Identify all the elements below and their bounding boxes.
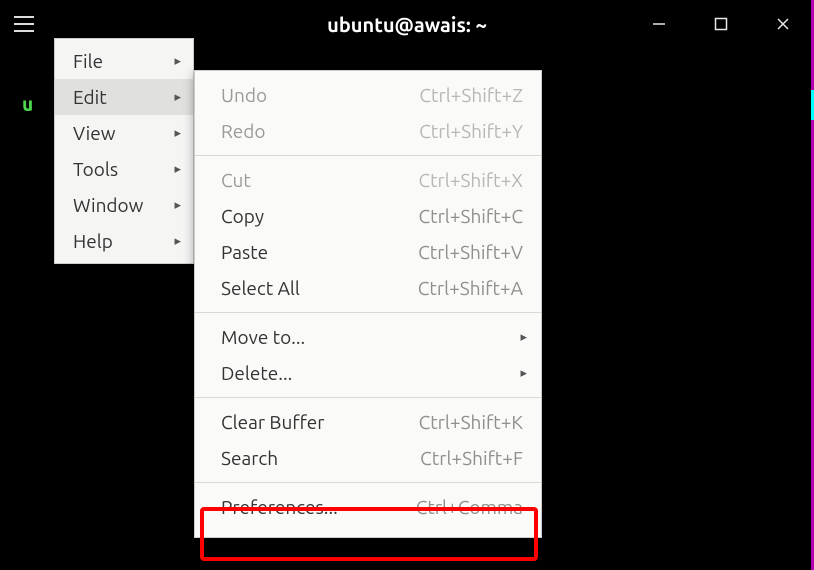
chevron-right-icon: ▸: [174, 90, 181, 105]
submenu-item-label: Search: [221, 447, 278, 469]
edit-submenu: Undo Ctrl+Shift+Z Redo Ctrl+Shift+Y Cut Ctrl+…: [194, 70, 542, 538]
close-button[interactable]: [752, 0, 814, 48]
submenu-item-label: Cut: [221, 169, 251, 191]
submenu-item-label: Preferences...: [221, 496, 338, 518]
hamburger-menu-icon[interactable]: [0, 0, 48, 48]
submenu-item-label: Delete...: [221, 362, 292, 384]
minimize-button[interactable]: [628, 0, 690, 48]
menu-separator: [195, 312, 541, 313]
submenu-item-search[interactable]: Search Ctrl+Shift+F: [195, 440, 541, 476]
submenu-item-label: Copy: [221, 205, 264, 227]
submenu-item-shortcut: Ctrl+Shift+K: [419, 411, 523, 433]
submenu-item-shortcut: Ctrl+Comma: [416, 496, 523, 518]
submenu-item-shortcut: Ctrl+Shift+V: [418, 241, 523, 263]
submenu-item-shortcut: Ctrl+Shift+Y: [419, 120, 523, 142]
chevron-right-icon: ▸: [174, 126, 181, 141]
menu-separator: [195, 155, 541, 156]
submenu-item-shortcut: Ctrl+Shift+Z: [419, 84, 523, 106]
submenu-item-shortcut: Ctrl+Shift+F: [420, 447, 523, 469]
menu-item-edit[interactable]: Edit ▸: [55, 79, 193, 115]
submenu-item-label: Paste: [221, 241, 268, 263]
maximize-button[interactable]: [690, 0, 752, 48]
menu-item-label: Help: [73, 230, 113, 252]
submenu-item-copy[interactable]: Copy Ctrl+Shift+C: [195, 198, 541, 234]
chevron-right-icon: ▸: [174, 162, 181, 177]
submenu-item-move-to[interactable]: Move to... ▸: [195, 319, 541, 355]
chevron-right-icon: ▸: [520, 330, 527, 345]
chevron-right-icon: ▸: [174, 198, 181, 213]
submenu-item-shortcut: Ctrl+Shift+C: [418, 205, 523, 227]
menu-item-tools[interactable]: Tools ▸: [55, 151, 193, 187]
chevron-right-icon: ▸: [174, 234, 181, 249]
chevron-right-icon: ▸: [520, 366, 527, 381]
menu-item-label: Window: [73, 194, 143, 216]
menu-item-label: File: [73, 50, 103, 72]
submenu-item-select-all[interactable]: Select All Ctrl+Shift+A: [195, 270, 541, 306]
submenu-item-cut: Cut Ctrl+Shift+X: [195, 162, 541, 198]
submenu-item-label: Undo: [221, 84, 267, 106]
menu-item-help[interactable]: Help ▸: [55, 223, 193, 259]
menu-item-label: Edit: [73, 86, 107, 108]
menu-item-file[interactable]: File ▸: [55, 43, 193, 79]
menu-item-view[interactable]: View ▸: [55, 115, 193, 151]
submenu-item-paste[interactable]: Paste Ctrl+Shift+V: [195, 234, 541, 270]
submenu-item-preferences[interactable]: Preferences... Ctrl+Comma: [195, 489, 541, 525]
menu-separator: [195, 397, 541, 398]
menu-separator: [195, 482, 541, 483]
submenu-item-clear-buffer[interactable]: Clear Buffer Ctrl+Shift+K: [195, 404, 541, 440]
submenu-item-label: Move to...: [221, 326, 305, 348]
menu-item-window[interactable]: Window ▸: [55, 187, 193, 223]
window-controls: [628, 0, 814, 48]
submenu-item-label: Clear Buffer: [221, 411, 325, 433]
submenu-item-shortcut: Ctrl+Shift+A: [418, 277, 523, 299]
submenu-item-delete[interactable]: Delete... ▸: [195, 355, 541, 391]
submenu-item-label: Select All: [221, 277, 300, 299]
submenu-item-undo: Undo Ctrl+Shift+Z: [195, 77, 541, 113]
menu-item-label: View: [73, 122, 116, 144]
terminal-prompt: u: [22, 92, 33, 115]
chevron-right-icon: ▸: [174, 54, 181, 69]
submenu-item-shortcut: Ctrl+Shift+X: [418, 169, 523, 191]
menu-item-label: Tools: [73, 158, 118, 180]
main-menu: File ▸ Edit ▸ View ▸ Tools ▸ Window ▸ Help ▸: [54, 38, 194, 264]
submenu-item-redo: Redo Ctrl+Shift+Y: [195, 113, 541, 149]
submenu-item-label: Redo: [221, 120, 266, 142]
